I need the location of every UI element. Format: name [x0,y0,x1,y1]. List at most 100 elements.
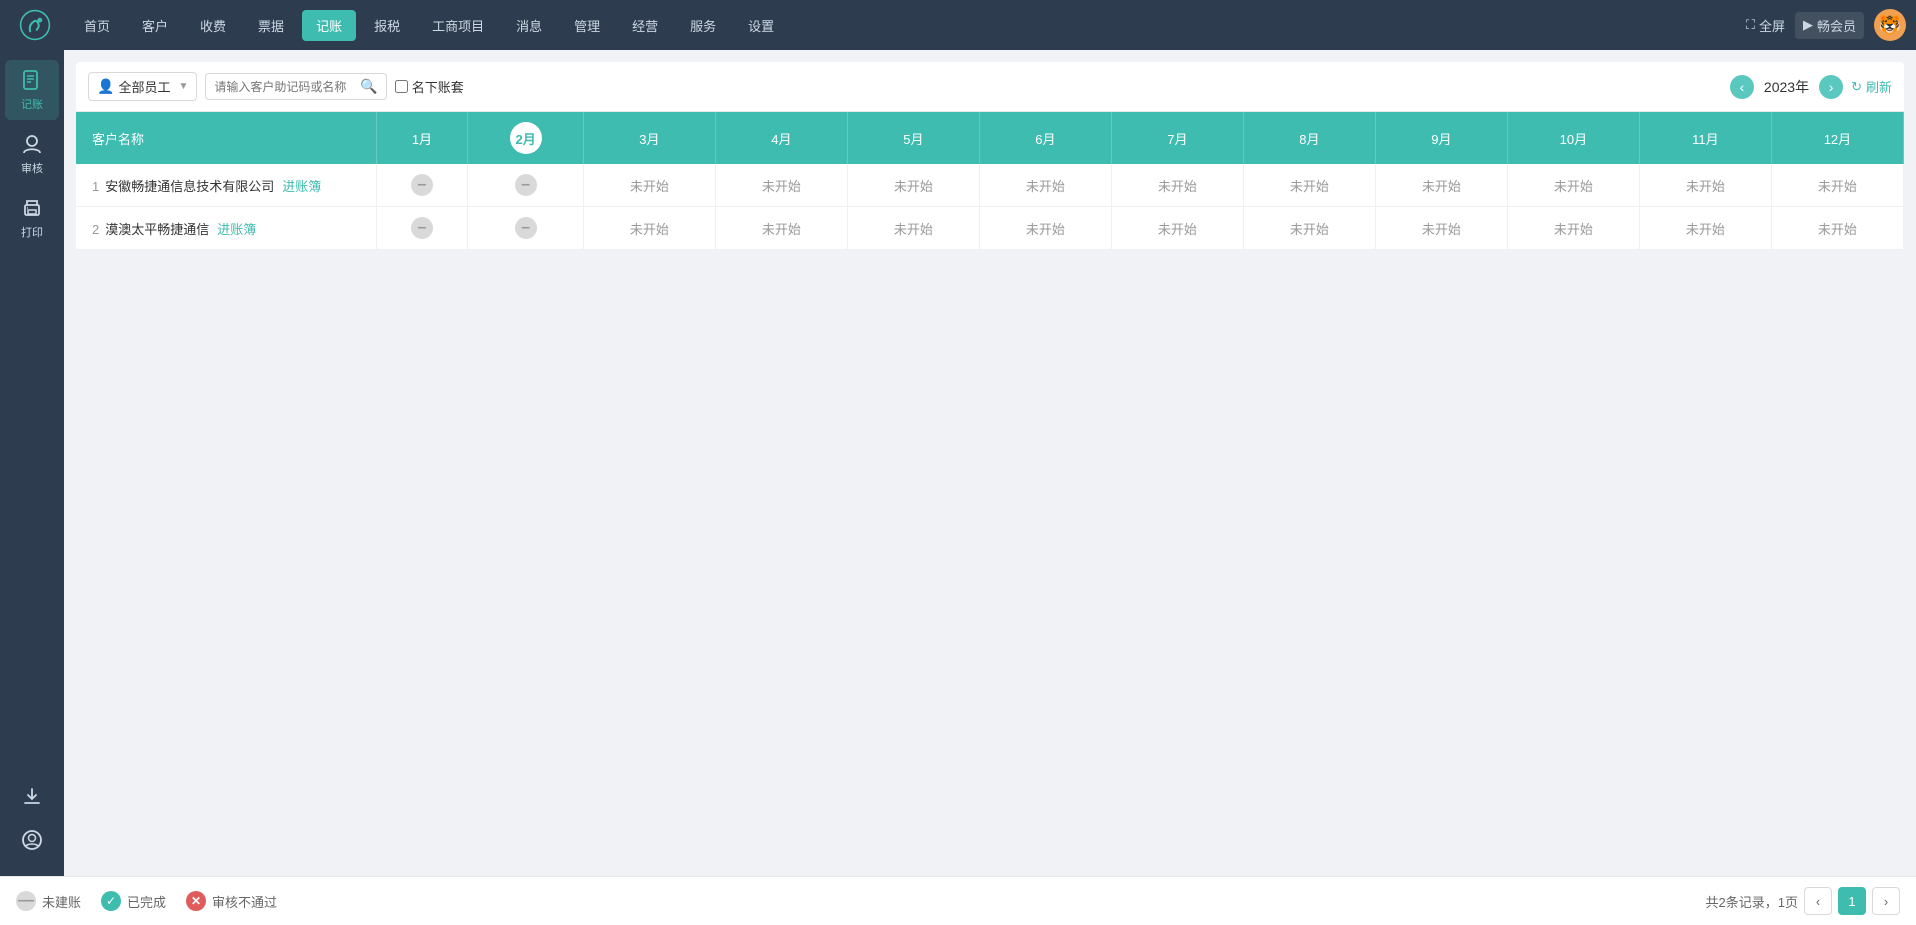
employee-filter[interactable]: 👤 全部员工 ▼ [88,72,197,101]
sidebar: 记账 审核 打印 [0,50,64,876]
nav-invoice[interactable]: 票据 [244,10,298,41]
legend-unrecorded: — 未建账 [16,891,81,911]
nav-settings[interactable]: 设置 [734,10,788,41]
main-layout: 记账 审核 打印 [0,50,1916,876]
member-button[interactable]: ▶ 畅会员 [1795,12,1864,39]
sidebar-item-user[interactable] [5,820,59,860]
status-not-started: 未开始 [1422,179,1461,194]
avatar[interactable]: 🐯 [1874,9,1906,41]
status-not-started: 未开始 [762,179,801,194]
legend-dot-gray: — [16,891,36,911]
legend-dot-teal: ✓ [101,891,121,911]
status-not-started: 未开始 [1554,222,1593,237]
download-icon [20,784,44,808]
month-cell-10: 未开始 [1507,164,1639,207]
year-label: 2023年 [1764,77,1809,97]
refresh-icon: ↻ [1851,79,1862,95]
nav-items: 首页 客户 收费 票据 记账 报税 工商项目 消息 管理 经营 服务 设置 [70,10,1746,41]
month-cell-8: 未开始 [1243,207,1375,250]
month-cell-11: 未开始 [1639,207,1771,250]
table-body: 1安徽畅捷通信息技术有限公司进账簿––未开始未开始未开始未开始未开始未开始未开始… [76,164,1904,250]
sidebar-item-download[interactable] [5,776,59,816]
prev-year-button[interactable]: ‹ [1730,75,1754,99]
member-label: 畅会员 [1817,16,1856,35]
sidebar-item-bookkeeping[interactable]: 记账 [5,60,59,120]
table-row: 2漠澳太平畅捷通信进账簿 – – 未开始 未开始 未开始 未开始 未开始 未开始 未开始 未开始 未开… [76,207,1904,250]
status-not-started: 未开始 [1290,179,1329,194]
prev-page-button[interactable]: ‹ [1804,887,1832,915]
legend-label-unrecorded: 未建账 [42,892,81,911]
toolbar: 👤 全部员工 ▼ 🔍 名下账套 ‹ 2023年 › ↻ 刷新 [76,62,1904,112]
account-checkbox[interactable] [395,80,408,93]
status-dash-icon: – [515,174,537,196]
nav-client[interactable]: 客户 [128,10,182,41]
col-month-7: 7月 [1111,112,1243,164]
next-year-button[interactable]: › [1819,75,1843,99]
next-page-button[interactable]: › [1872,887,1900,915]
checkbox-text: 名下账套 [412,77,464,96]
search-icon[interactable]: 🔍 [360,78,377,95]
nav-bookkeeping[interactable]: 记账 [302,10,356,41]
status-not-started: 未开始 [630,222,669,237]
month-cell-9: 未开始 [1375,164,1507,207]
enter-link[interactable]: 进账簿 [217,222,256,237]
page-1-button[interactable]: 1 [1838,887,1866,915]
search-wrapper: 🔍 [205,73,386,100]
table-header-row: 客户名称 1月 2月 3月 4月 5月 6月 7月 8月 9月 10月 11月 … [76,112,1904,164]
nav-service[interactable]: 服务 [676,10,730,41]
status-not-started: 未开始 [1554,179,1593,194]
month-cell-3: 未开始 [583,207,715,250]
col-month-6: 6月 [979,112,1111,164]
status-dash-icon: – [411,174,433,196]
play-icon: ▶ [1803,17,1813,33]
fullscreen-button[interactable]: ⛶ 全屏 [1746,16,1785,35]
status-not-started: 未开始 [1290,222,1329,237]
enter-link[interactable]: 进账簿 [282,179,321,194]
client-cell: 2漠澳太平畅捷通信进账簿 [76,207,376,250]
month-cell-7: 未开始 [1111,207,1243,250]
checkbox-label: 名下账套 [395,77,464,96]
footer: — 未建账 ✓ 已完成 ✕ 审核不通过 共2条记录，1页 ‹ 1 › [0,876,1916,925]
col-month-5: 5月 [847,112,979,164]
status-not-started: 未开始 [1026,179,1065,194]
nav-business[interactable]: 工商项目 [418,10,498,41]
status-not-started: 未开始 [1026,222,1065,237]
month-cell-2: – [468,207,583,250]
nav-tax[interactable]: 报税 [360,10,414,41]
nav-operation[interactable]: 经营 [618,10,672,41]
client-cell: 1安徽畅捷通信息技术有限公司进账簿 [76,164,376,207]
nav-home[interactable]: 首页 [70,10,124,41]
audit-icon [20,132,44,156]
status-dash-icon: – [411,217,433,239]
status-not-started: 未开始 [1422,222,1461,237]
nav-admin[interactable]: 管理 [560,10,614,41]
table-row: 1安徽畅捷通信息技术有限公司进账簿 – – 未开始 未开始 未开始 未开始 未开始 未开始 未开始… [76,164,1904,207]
month-cell-5: 未开始 [847,207,979,250]
search-input[interactable] [214,80,354,94]
sidebar-item-audit[interactable]: 审核 [5,124,59,184]
sidebar-label-bookkeeping: 记账 [21,96,43,112]
right-area: ⛶ 全屏 ▶ 畅会员 🐯 [1746,9,1906,41]
user-circle-icon [20,828,44,852]
refresh-button[interactable]: ↻ 刷新 [1851,77,1892,96]
status-not-started: 未开始 [1686,179,1725,194]
nav-message[interactable]: 消息 [502,10,556,41]
status-dash-icon: – [515,217,537,239]
month-cell-3: 未开始 [583,164,715,207]
month-cell-7: 未开始 [1111,164,1243,207]
month-cell-1: – [376,164,468,207]
legend-dot-red: ✕ [186,891,206,911]
client-name: 安徽畅捷通信息技术有限公司 [105,179,274,194]
status-not-started: 未开始 [1818,222,1857,237]
month-cell-8: 未开始 [1243,164,1375,207]
month-cell-9: 未开始 [1375,207,1507,250]
pagination-info: 共2条记录，1页 [1706,892,1798,911]
status-not-started: 未开始 [1686,222,1725,237]
col-month-4: 4月 [715,112,847,164]
month-cell-10: 未开始 [1507,207,1639,250]
sidebar-item-print[interactable]: 打印 [5,188,59,248]
month-cell-12: 未开始 [1771,164,1903,207]
nav-billing[interactable]: 收费 [186,10,240,41]
status-not-started: 未开始 [1818,179,1857,194]
sidebar-label-audit: 审核 [21,160,43,176]
